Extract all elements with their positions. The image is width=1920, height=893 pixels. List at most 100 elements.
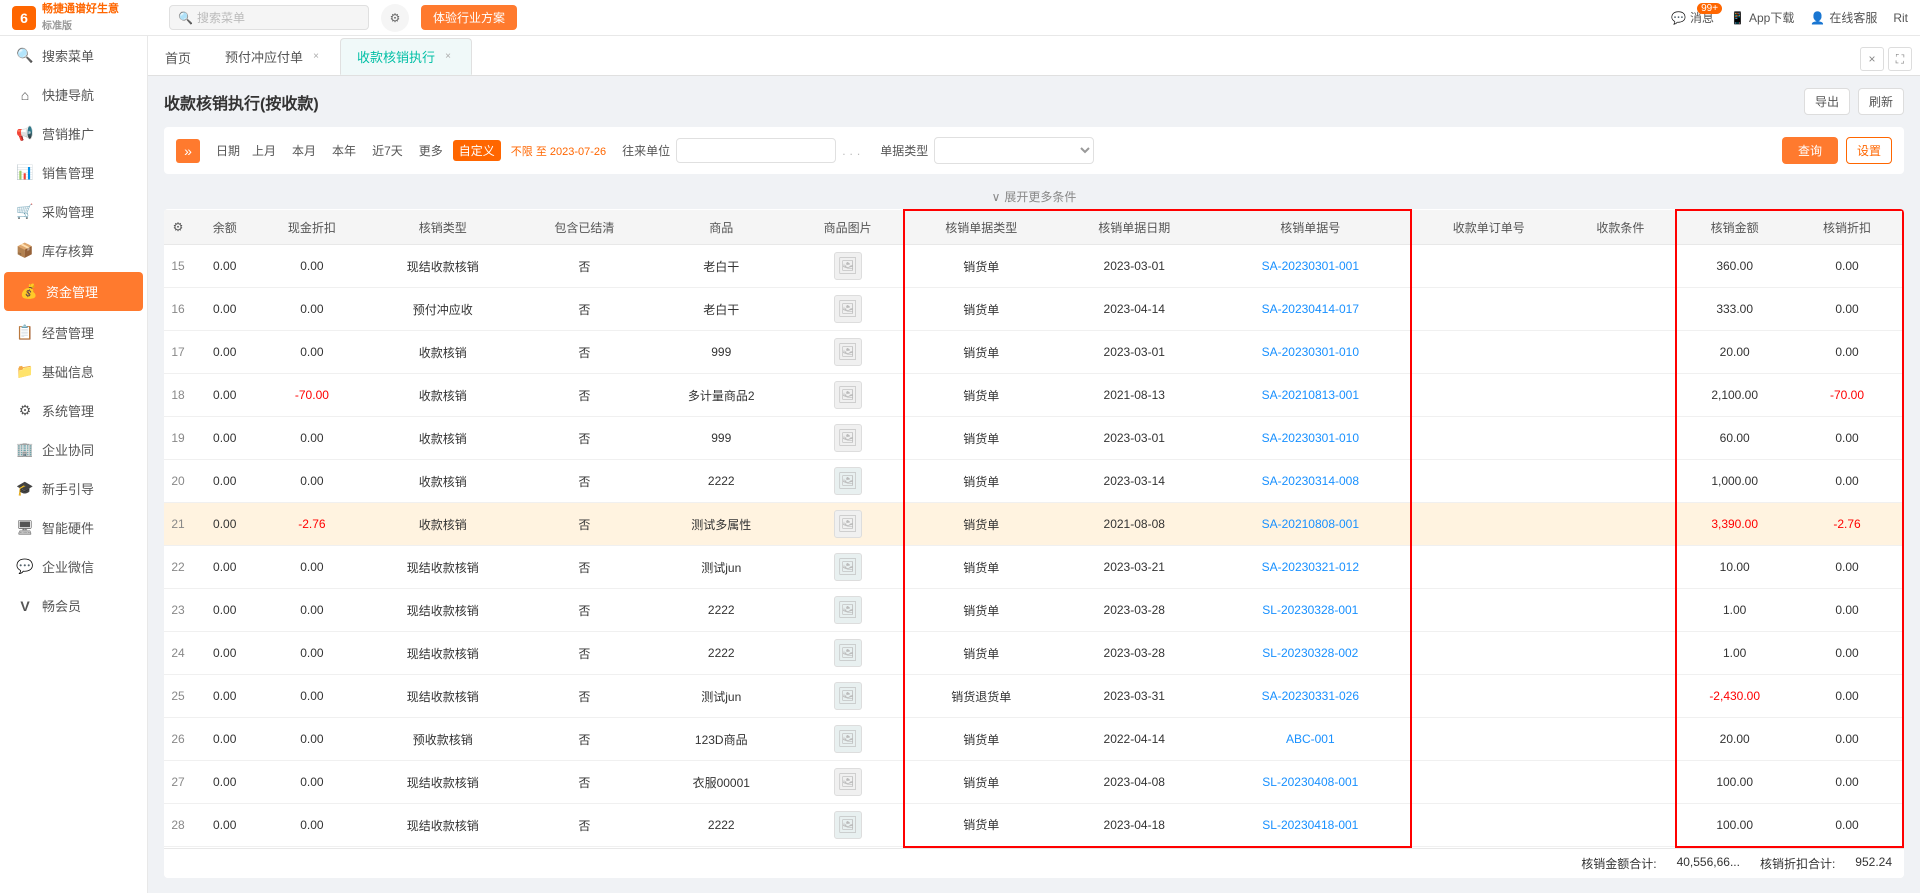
td-doc-no[interactable]: SA-20230331-026 <box>1211 675 1412 718</box>
table-header-row: ⚙ 余额 现金折扣 核销类型 包含已结清 商品 商品图片 核销单据类型 核销单据… <box>164 210 1903 245</box>
sidebar-item-hardware[interactable]: 🖥 智能硬件 <box>0 508 147 547</box>
doc-no-link[interactable]: SA-20230301-010 <box>1262 431 1359 445</box>
sidebar-item-inventory[interactable]: 📦 库存核算 <box>0 231 147 270</box>
td-cond <box>1566 417 1677 460</box>
sidebar-item-search[interactable]: 🔍 搜索菜单 <box>0 36 147 75</box>
td-doc-no[interactable]: SA-20230301-001 <box>1211 245 1412 288</box>
td-doc-no[interactable]: SL-20230408-001 <box>1211 761 1412 804</box>
td-balance: 0.00 <box>192 632 257 675</box>
doc-no-link[interactable]: SA-20230331-026 <box>1262 689 1359 703</box>
doc-no-link[interactable]: SL-20230408-001 <box>1262 775 1358 789</box>
td-settled: 否 <box>519 804 650 847</box>
box-icon: 📦 <box>16 242 34 260</box>
doc-no-link[interactable]: SL-20230328-001 <box>1262 603 1358 617</box>
td-doc-no[interactable]: SA-20230301-010 <box>1211 331 1412 374</box>
settings-button[interactable]: 设置 <box>1846 137 1892 164</box>
date-this-year[interactable]: 本年 <box>326 140 362 161</box>
doc-no-link[interactable]: SA-20230301-010 <box>1262 345 1359 359</box>
td-doc-no[interactable]: SA-20210813-001 <box>1211 374 1412 417</box>
product-image-empty: 🖼 <box>834 295 862 323</box>
doc-no-link[interactable]: SA-20230321-012 <box>1262 560 1359 574</box>
product-image: 🖼 <box>834 682 862 710</box>
tab-collection[interactable]: 收款核销执行 × <box>340 38 472 75</box>
query-button[interactable]: 查询 <box>1782 137 1838 164</box>
sidebar-item-guide[interactable]: 🎓 新手引导 <box>0 469 147 508</box>
doc-no-link[interactable]: SA-20230314-008 <box>1262 474 1359 488</box>
td-doc-no[interactable]: SL-20230418-001 <box>1211 804 1412 847</box>
td-id: 28 <box>164 804 192 847</box>
td-cash-discount: 0.00 <box>257 589 366 632</box>
filter-toggle-button[interactable]: » <box>176 139 200 163</box>
td-goods-img: 🖼 <box>793 589 904 632</box>
sidebar-item-ops[interactable]: 📋 经营管理 <box>0 313 147 352</box>
sidebar-item-base[interactable]: 📁 基础信息 <box>0 352 147 391</box>
td-doc-no[interactable]: SA-20210808-001 <box>1211 503 1412 546</box>
trial-button[interactable]: 体验行业方案 <box>421 5 517 30</box>
sidebar-item-quick-nav[interactable]: ⌂ 快捷导航 <box>0 75 147 114</box>
td-goods: 999 <box>650 331 793 374</box>
td-id: 25 <box>164 675 192 718</box>
sidebar-item-corp[interactable]: 🏢 企业协同 <box>0 430 147 469</box>
tab-prepay-close[interactable]: × <box>309 50 323 64</box>
table-row: 26 0.00 0.00 预收款核销 否 123D商品 🖼 销货单 2022-0… <box>164 718 1903 761</box>
td-cond <box>1566 460 1677 503</box>
doc-no-link[interactable]: SL-20230418-001 <box>1262 818 1358 832</box>
td-doc-no[interactable]: SA-20230314-008 <box>1211 460 1412 503</box>
td-goods-img: 🖼 <box>793 460 904 503</box>
tab-maximize-button[interactable]: ⛶ <box>1888 47 1912 71</box>
date-custom[interactable]: 自定义 <box>453 140 501 161</box>
td-order-no <box>1411 460 1565 503</box>
sidebar-label-purchase: 采购管理 <box>42 202 94 221</box>
search-box[interactable]: 🔍 搜索菜单 <box>169 5 369 30</box>
doc-no-link[interactable]: SA-20230414-017 <box>1262 302 1359 316</box>
td-doc-no[interactable]: SL-20230328-002 <box>1211 632 1412 675</box>
td-doc-no[interactable]: SA-20230301-010 <box>1211 417 1412 460</box>
td-doc-no[interactable]: SA-20230321-012 <box>1211 546 1412 589</box>
td-order-no <box>1411 761 1565 804</box>
td-amount: 2,100.00 <box>1676 374 1792 417</box>
doc-no-link[interactable]: SL-20230328-002 <box>1262 646 1358 660</box>
message-button[interactable]: 💬 消息 99+ <box>1671 9 1714 26</box>
td-doc-no[interactable]: ABC-001 <box>1211 718 1412 761</box>
sidebar-item-wechat[interactable]: 💬 企业微信 <box>0 547 147 586</box>
expand-bar[interactable]: ∨ 展开更多条件 <box>164 184 1904 209</box>
date-this-month[interactable]: 本月 <box>286 140 322 161</box>
sidebar-item-finance[interactable]: 💰 资金管理 <box>4 272 143 311</box>
refresh-button[interactable]: 刷新 <box>1858 88 1904 115</box>
td-doc-no[interactable]: SA-20230414-017 <box>1211 288 1412 331</box>
td-order-no <box>1411 804 1565 847</box>
app-download-button[interactable]: 📱 App下载 <box>1730 9 1794 26</box>
td-doc-no[interactable]: SL-20230328-001 <box>1211 589 1412 632</box>
sidebar-item-sales[interactable]: 📊 销售管理 <box>0 153 147 192</box>
td-type: 收款核销 <box>366 503 519 546</box>
sidebar-item-member[interactable]: V 畅会员 <box>0 586 147 625</box>
td-balance: 0.00 <box>192 718 257 761</box>
sidebar-item-marketing[interactable]: 📢 营销推广 <box>0 114 147 153</box>
tab-home[interactable]: 首页 <box>148 39 208 75</box>
partner-input[interactable] <box>676 138 836 163</box>
doc-no-link[interactable]: SA-20210813-001 <box>1262 388 1359 402</box>
sidebar-item-purchase[interactable]: 🛒 采购管理 <box>0 192 147 231</box>
chevron-down-icon: ∨ <box>992 190 1001 204</box>
doc-no-link[interactable]: SA-20210808-001 <box>1262 517 1359 531</box>
date-more[interactable]: 更多 <box>413 140 449 161</box>
tab-prepay[interactable]: 预付冲应付单 × <box>208 38 340 75</box>
td-amount: 60.00 <box>1676 417 1792 460</box>
date-options: 上月 本月 本年 近7天 更多 自定义 <box>246 140 501 161</box>
export-button[interactable]: 导出 <box>1804 88 1850 115</box>
doc-no-link[interactable]: SA-20230301-001 <box>1262 259 1359 273</box>
app-download-label: App下载 <box>1749 9 1794 26</box>
doc-no-link[interactable]: ABC-001 <box>1286 732 1335 746</box>
tab-close-button[interactable]: × <box>1860 47 1884 71</box>
settings-button[interactable]: ⚙ <box>381 4 409 32</box>
date-7-days[interactable]: 近7天 <box>366 140 409 161</box>
td-id: 15 <box>164 245 192 288</box>
doc-type-select[interactable] <box>934 137 1094 164</box>
sidebar-item-system[interactable]: ⚙ 系统管理 <box>0 391 147 430</box>
online-support-button[interactable]: 👤 在线客服 <box>1810 9 1877 26</box>
th-settings[interactable]: ⚙ <box>164 210 192 245</box>
tab-collection-close[interactable]: × <box>441 50 455 64</box>
date-last-month[interactable]: 上月 <box>246 140 282 161</box>
td-amount: 20.00 <box>1676 718 1792 761</box>
doc-type-label: 单据类型 <box>880 142 928 159</box>
